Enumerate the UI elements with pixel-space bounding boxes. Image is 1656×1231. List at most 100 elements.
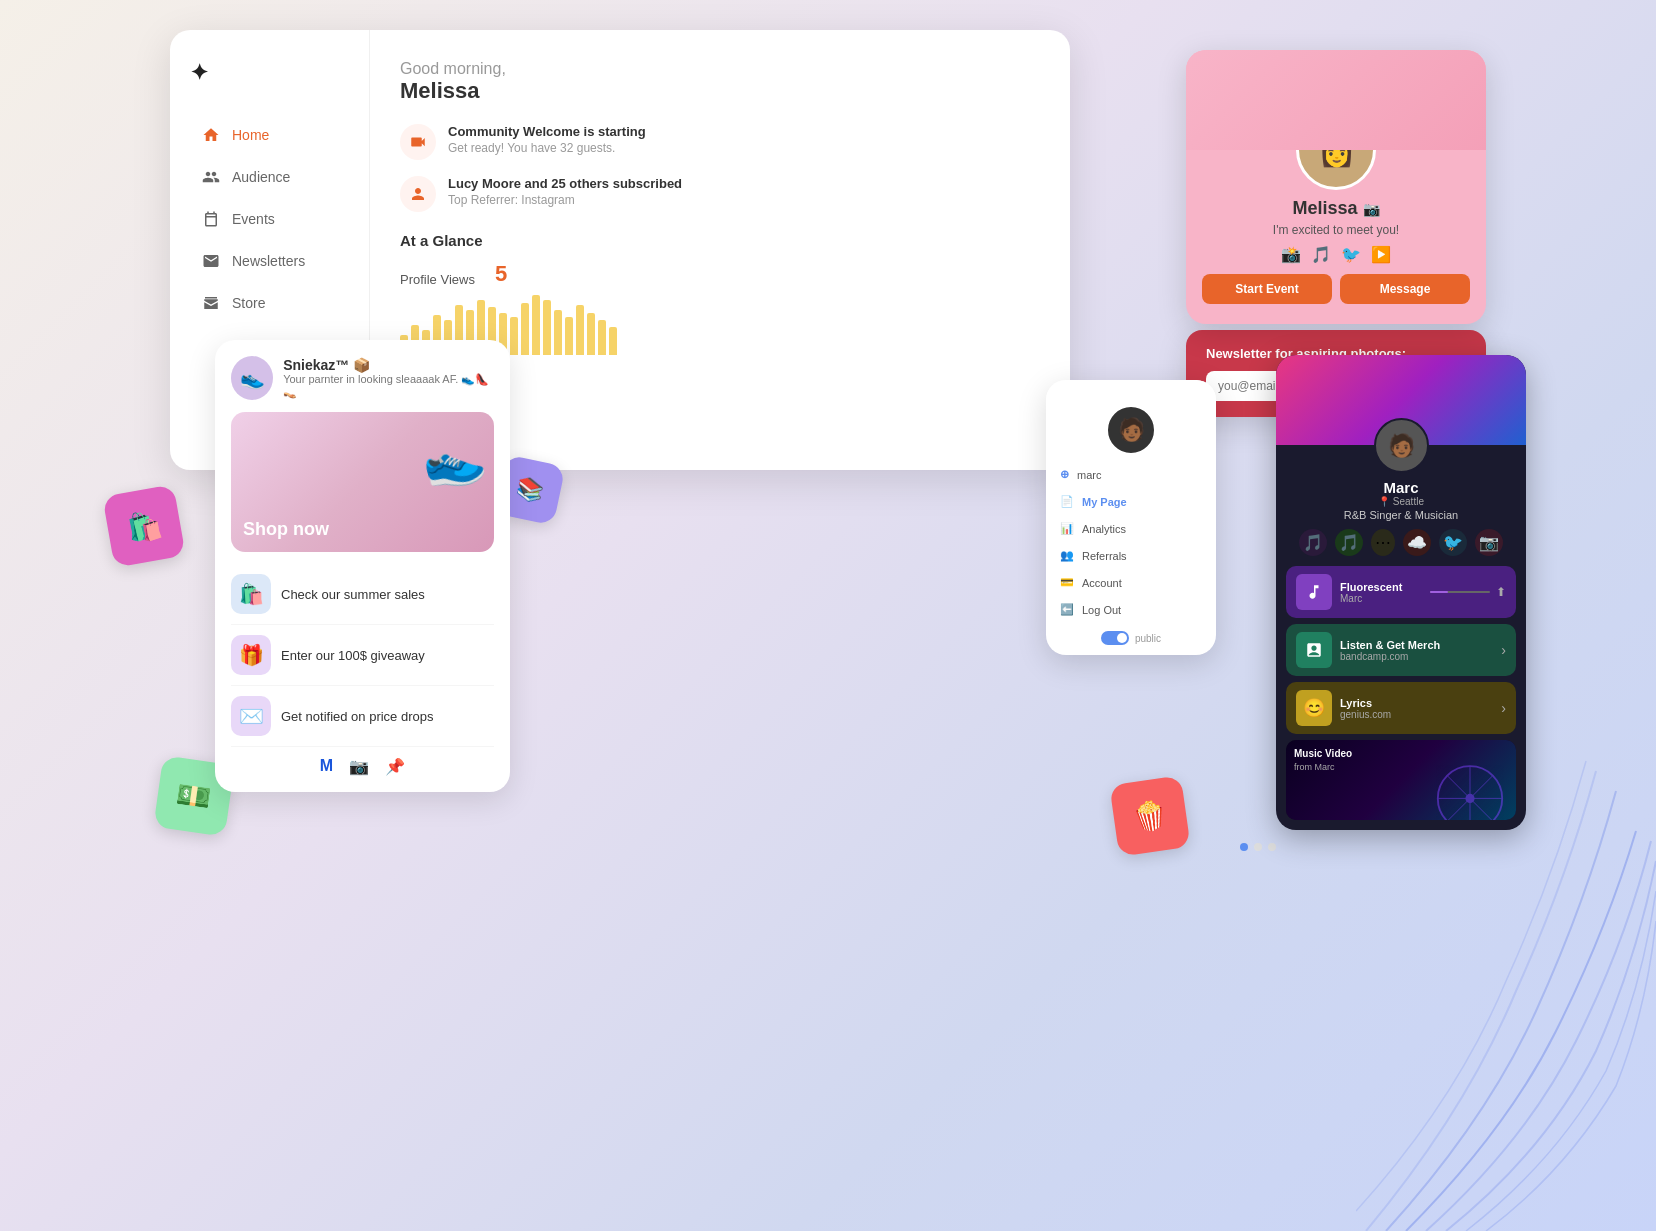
fluorescent-icon [1296,574,1332,610]
marc-video[interactable]: Music Video from Marc ▶ [1286,740,1516,820]
merch-text: Listen & Get Merch bandcamp.com [1340,639,1440,662]
dots-icon[interactable]: ⋯ [1371,529,1395,556]
shop-header: 👟 Sniekaz™ 📦 Your parnter in looking sle… [231,356,494,400]
popcorn-sticker: 🍿 [1109,775,1190,856]
notification-community-text: Community Welcome is starting Get ready!… [448,124,646,155]
marc-social-row: 🎵 🎵 ⋯ ☁️ 🐦 📷 [1276,529,1526,556]
mobile-nav-logout[interactable]: ⬅️ Log Out [1046,596,1216,623]
twitter-music-icon[interactable]: 🐦 [1439,529,1467,556]
shoe-emoji: 👟 [416,425,491,497]
instagram-social-icon[interactable]: 📷 [349,757,369,776]
notification-community: Community Welcome is starting Get ready!… [400,124,1040,160]
sidebar-item-audience[interactable]: Audience [190,158,349,196]
summer-sales-label: Check our summer sales [281,587,425,602]
lyrics-title: Lyrics [1340,697,1391,709]
chart-bar [543,300,551,355]
shop-now-label: Shop now [243,519,329,540]
sidebar-item-newsletters[interactable]: Newsletters [190,242,349,280]
app-logo: ✦ [190,60,349,86]
twitter-icon[interactable]: 🐦 [1341,245,1361,264]
sidebar-item-events[interactable]: Events [190,200,349,238]
medium-icon[interactable]: M [320,757,333,776]
chart-bar [565,317,573,355]
mobile-nav-my-page-label: My Page [1082,496,1127,508]
spotify-icon[interactable]: 🎵 [1335,529,1363,556]
mobile-nav-username-label: marc [1077,469,1101,481]
chart-bar [521,303,529,355]
mobile-nav-logout-icon: ⬅️ [1060,603,1074,616]
profile-social-links: 📸 🎵 🐦 ▶️ [1186,245,1486,264]
notification-lucy-text: Lucy Moore and 25 others subscribed Top … [448,176,682,207]
shop-item-summer-sales[interactable]: 🛍️ Check our summer sales [231,564,494,625]
mobile-nav-account[interactable]: 💳 Account [1046,569,1216,596]
music-item-fluorescent[interactable]: Fluorescent Marc ⬆ [1286,566,1516,618]
profile-bio: I'm excited to meet you! [1186,223,1486,237]
shop-item-price-drops[interactable]: ✉️ Get notified on price drops [231,686,494,747]
share-icon[interactable]: ⬆ [1496,585,1506,599]
shopping-bag-sticker: 🛍️ [102,484,185,567]
notification-lucy: Lucy Moore and 25 others subscribed Top … [400,176,1040,212]
shop-item-giveaway[interactable]: 🎁 Enter our 100$ giveaway [231,625,494,686]
public-toggle[interactable] [1101,631,1129,645]
notification-community-title: Community Welcome is starting [448,124,646,139]
mobile-nav-referrals-label: Referrals [1082,550,1127,562]
pinterest-icon[interactable]: 📌 [385,757,405,776]
mobile-nav-my-page[interactable]: 📄 My Page [1046,488,1216,515]
music-note-icon[interactable]: 🎵 [1299,529,1327,556]
notification-icon-lucy [400,176,436,212]
mobile-nav-referrals-icon: 👥 [1060,549,1074,562]
mobile-nav-referrals[interactable]: 👥 Referrals [1046,542,1216,569]
lyrics-subtitle: genius.com [1340,709,1391,720]
mobile-nav-analytics-icon: 📊 [1060,522,1074,535]
greeting-time: Good morning, [400,60,1040,78]
lyrics-icon: 😊 [1296,690,1332,726]
soundcloud-icon[interactable]: ☁️ [1403,529,1431,556]
mobile-nav-username[interactable]: ⊕ marc [1046,461,1216,488]
merch-title: Listen & Get Merch [1340,639,1440,651]
instagram-music-icon[interactable]: 📷 [1475,529,1503,556]
at-a-glance-section: At a Glance Profile Views 5 [400,232,1040,355]
youtube-icon[interactable]: ▶️ [1371,245,1391,264]
progress-dot-2 [1254,843,1262,851]
sidebar-item-audience-label: Audience [232,169,290,185]
at-a-glance-title: At a Glance [400,232,1040,249]
greeting-name: Melissa [400,78,1040,104]
giveaway-icon: 🎁 [231,635,271,675]
marc-name: Marc [1276,479,1526,496]
merch-arrow: › [1501,642,1506,658]
chart-bar [587,313,595,355]
progress-dots [1240,843,1276,851]
music-item-merch[interactable]: Listen & Get Merch bandcamp.com › [1286,624,1516,676]
tiktok-icon[interactable]: 🎵 [1311,245,1331,264]
shop-avatar: 👟 [231,356,273,400]
chart-bar [576,305,584,355]
chart-bar [532,295,540,355]
mobile-avatar: 🧑🏾 [1106,405,1156,455]
chart-bar [510,317,518,355]
profile-card: 🍪 🌿 👩 Melissa 📷 I'm excited to meet you!… [1186,50,1486,324]
mobile-nav-analytics-label: Analytics [1082,523,1126,535]
chart-bar [609,327,617,355]
marc-location: 📍 Seattle [1276,496,1526,507]
sidebar-item-home-label: Home [232,127,269,143]
shop-info: Sniekaz™ 📦 Your parnter in looking sleaa… [283,357,494,399]
mobile-nav-logout-label: Log Out [1082,604,1121,616]
start-event-button[interactable]: Start Event [1202,274,1332,304]
sidebar-item-store[interactable]: Store [190,284,349,322]
shop-tagline: Your parnter in looking sleaaaak AF. 👟👠👡 [283,373,494,399]
sidebar-item-home[interactable]: Home [190,116,349,154]
fluorescent-subtitle: Marc [1340,593,1402,604]
profile-actions: Start Event Message [1186,264,1486,304]
mobile-nav-page-icon: 📄 [1060,495,1074,508]
mobile-nav-marc-icon: ⊕ [1060,468,1069,481]
sidebar-item-store-label: Store [232,295,265,311]
notification-lucy-title: Lucy Moore and 25 others subscribed [448,176,682,191]
message-button[interactable]: Message [1340,274,1470,304]
marc-role: R&B Singer & Musician [1276,509,1526,521]
music-item-lyrics[interactable]: 😊 Lyrics genius.com › [1286,682,1516,734]
location-icon: 📍 [1378,496,1390,507]
sidebar-item-events-label: Events [232,211,275,227]
mobile-nav-analytics[interactable]: 📊 Analytics [1046,515,1216,542]
price-drops-label: Get notified on price drops [281,709,433,724]
instagram-icon[interactable]: 📸 [1281,245,1301,264]
